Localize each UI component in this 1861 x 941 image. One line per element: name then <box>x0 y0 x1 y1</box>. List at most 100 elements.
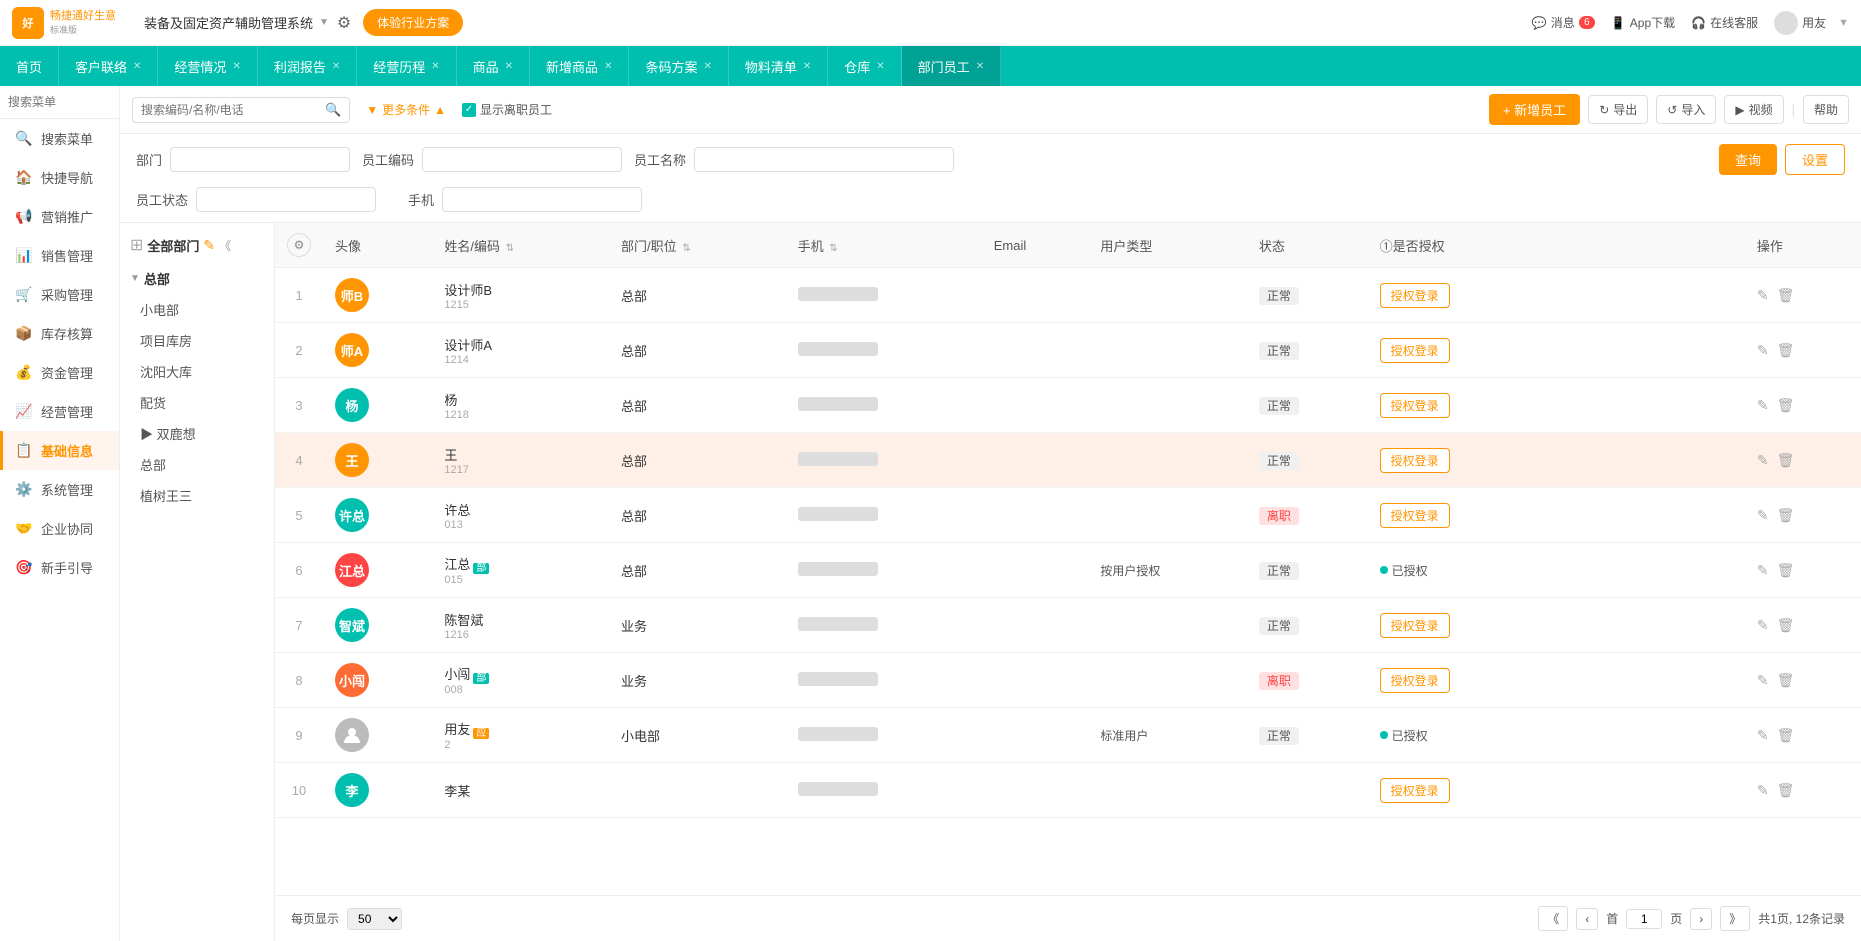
first-page-btn[interactable]: 《 <box>1538 906 1568 931</box>
auth-login-button[interactable]: 授权登录 <box>1380 668 1450 693</box>
edit-icon[interactable]: ✎ <box>1757 562 1769 579</box>
filter-phone-input[interactable] <box>442 187 642 212</box>
sidebar-item-operation[interactable]: 📈 经营管理 <box>0 392 119 431</box>
sidebar-item-quick-nav[interactable]: 🏠 快捷导航 <box>0 158 119 197</box>
online-service-btn[interactable]: 🎧 在线客服 <box>1691 14 1758 31</box>
tab-add-goods-close[interactable]: ✕ <box>604 61 612 72</box>
per-page-select[interactable]: 50 100 <box>347 908 402 930</box>
last-page-btn[interactable]: 》 <box>1720 906 1750 931</box>
filter-status-select[interactable] <box>196 187 376 212</box>
tab-operation-close[interactable]: ✕ <box>232 61 240 72</box>
edit-icon[interactable]: ✎ <box>1757 342 1769 359</box>
sort-phone-icon[interactable]: ⇅ <box>829 243 837 254</box>
dept-edit-icon[interactable]: ✎ <box>203 237 215 254</box>
auth-login-button[interactable]: 授权登录 <box>1380 778 1450 803</box>
dept-group-zongbu[interactable]: ▼ 总部 <box>120 263 274 294</box>
auth-login-button[interactable]: 授权登录 <box>1380 283 1450 308</box>
sort-name-icon[interactable]: ⇅ <box>506 243 514 254</box>
auth-login-button[interactable]: 授权登录 <box>1380 503 1450 528</box>
edit-icon[interactable]: ✎ <box>1757 672 1769 689</box>
tab-customer-close[interactable]: ✕ <box>133 61 141 72</box>
dept-collapse-btn[interactable]: 《 <box>219 237 231 254</box>
dept-item-zhishu[interactable]: 植树王三 <box>120 480 274 511</box>
sidebar-item-purchase[interactable]: 🛒 采购管理 <box>0 275 119 314</box>
column-settings-icon[interactable]: ⚙ <box>287 233 311 257</box>
delete-icon[interactable]: 🗑 <box>1777 562 1795 579</box>
view-button[interactable]: ▶ 视频 <box>1724 95 1783 124</box>
edit-icon[interactable]: ✎ <box>1757 507 1769 524</box>
sidebar-item-guide[interactable]: 🎯 新手引导 <box>0 548 119 587</box>
trial-button[interactable]: 体验行业方案 <box>363 9 463 36</box>
app-download-btn[interactable]: 📱 App下载 <box>1611 14 1675 31</box>
help-button[interactable]: 帮助 <box>1803 95 1849 124</box>
tab-customer[interactable]: 客户联络 ✕ <box>59 46 158 86</box>
tab-history[interactable]: 经营历程 ✕ <box>357 46 456 86</box>
tab-operation[interactable]: 经营情况 ✕ <box>158 46 257 86</box>
message-btn[interactable]: 💬 消息 6 <box>1532 14 1595 31</box>
prev-page-btn[interactable]: ‹ <box>1576 908 1598 930</box>
tab-warehouse-close[interactable]: ✕ <box>876 61 884 72</box>
import-button[interactable]: ↺ 导入 <box>1656 95 1716 124</box>
gear-top[interactable]: ⚙ <box>337 13 351 33</box>
sidebar-item-inventory[interactable]: 📦 库存核算 <box>0 314 119 353</box>
next-page-btn[interactable]: › <box>1690 908 1712 930</box>
tab-warehouse[interactable]: 仓库 ✕ <box>828 46 901 86</box>
delete-icon[interactable]: 🗑 <box>1777 287 1795 304</box>
auth-login-button[interactable]: 授权登录 <box>1380 338 1450 363</box>
tab-history-close[interactable]: ✕ <box>431 61 439 72</box>
page-input[interactable] <box>1626 909 1662 929</box>
dept-item-shuanglu[interactable]: ▶ 双鹿想 <box>120 418 274 449</box>
sidebar-item-system[interactable]: ⚙️ 系统管理 <box>0 470 119 509</box>
sidebar-item-marketing[interactable]: 📢 营销推广 <box>0 197 119 236</box>
reset-button[interactable]: 设置 <box>1785 144 1845 175</box>
filter-emp-code-input[interactable] <box>422 147 622 172</box>
edit-icon[interactable]: ✎ <box>1757 782 1769 799</box>
tab-add-goods[interactable]: 新增商品 ✕ <box>530 46 629 86</box>
delete-icon[interactable]: 🗑 <box>1777 342 1795 359</box>
edit-icon[interactable]: ✎ <box>1757 617 1769 634</box>
tab-employee[interactable]: 部门员工 ✕ <box>902 46 1001 86</box>
tab-barcode[interactable]: 条码方案 ✕ <box>629 46 728 86</box>
auth-login-button[interactable]: 授权登录 <box>1380 613 1450 638</box>
export-button[interactable]: ↻ 导出 <box>1588 95 1648 124</box>
sidebar-item-search[interactable]: 🔍 搜索菜单 <box>0 119 119 158</box>
auth-login-button[interactable]: 授权登录 <box>1380 448 1450 473</box>
tab-employee-close[interactable]: ✕ <box>976 61 984 72</box>
sidebar-item-sales[interactable]: 📊 销售管理 <box>0 236 119 275</box>
tab-barcode-close[interactable]: ✕ <box>703 61 711 72</box>
edit-icon[interactable]: ✎ <box>1757 727 1769 744</box>
sort-dept-icon[interactable]: ⇅ <box>682 243 690 254</box>
dept-item-shenyang[interactable]: 沈阳大库 <box>120 356 274 387</box>
auth-login-button[interactable]: 授权登录 <box>1380 393 1450 418</box>
system-dropdown-arrow[interactable]: ▼ <box>319 17 329 28</box>
more-filter-btn[interactable]: ▼ 更多条件 ▲ <box>358 97 454 122</box>
dept-item-project[interactable]: 项目库房 <box>120 325 274 356</box>
sidebar-item-basic-info[interactable]: 📋 基础信息 <box>0 431 119 470</box>
edit-icon[interactable]: ✎ <box>1757 397 1769 414</box>
tab-profit-close[interactable]: ✕ <box>332 61 340 72</box>
query-button[interactable]: 查询 <box>1719 144 1777 175</box>
delete-icon[interactable]: 🗑 <box>1777 452 1795 469</box>
sidebar-item-finance[interactable]: 💰 资金管理 <box>0 353 119 392</box>
delete-icon[interactable]: 🗑 <box>1777 672 1795 689</box>
tab-goods[interactable]: 商品 ✕ <box>457 46 530 86</box>
delete-icon[interactable]: 🗑 <box>1777 617 1795 634</box>
filter-emp-name-input[interactable] <box>694 147 954 172</box>
tab-goods-close[interactable]: ✕ <box>505 61 513 72</box>
edit-icon[interactable]: ✎ <box>1757 287 1769 304</box>
user-btn[interactable]: 用友 <box>1774 11 1826 35</box>
show-resigned-toggle[interactable]: ✓ 显示离职员工 <box>462 101 552 118</box>
edit-icon[interactable]: ✎ <box>1757 452 1769 469</box>
delete-icon[interactable]: 🗑 <box>1777 507 1795 524</box>
tab-bom-close[interactable]: ✕ <box>803 61 811 72</box>
dept-item-peihuo[interactable]: 配货 <box>120 387 274 418</box>
dept-item-xiaodibu[interactable]: 小电部 <box>120 294 274 325</box>
sidebar-search-input[interactable] <box>8 95 120 109</box>
tab-bom[interactable]: 物料清单 ✕ <box>729 46 828 86</box>
delete-icon[interactable]: 🗑 <box>1777 397 1795 414</box>
dept-item-zongbu2[interactable]: 总部 <box>120 449 274 480</box>
add-employee-button[interactable]: + 新增员工 <box>1489 94 1580 125</box>
show-resigned-checkbox[interactable]: ✓ <box>462 103 476 117</box>
search-input[interactable] <box>141 103 321 117</box>
tab-profit[interactable]: 利润报告 ✕ <box>258 46 357 86</box>
